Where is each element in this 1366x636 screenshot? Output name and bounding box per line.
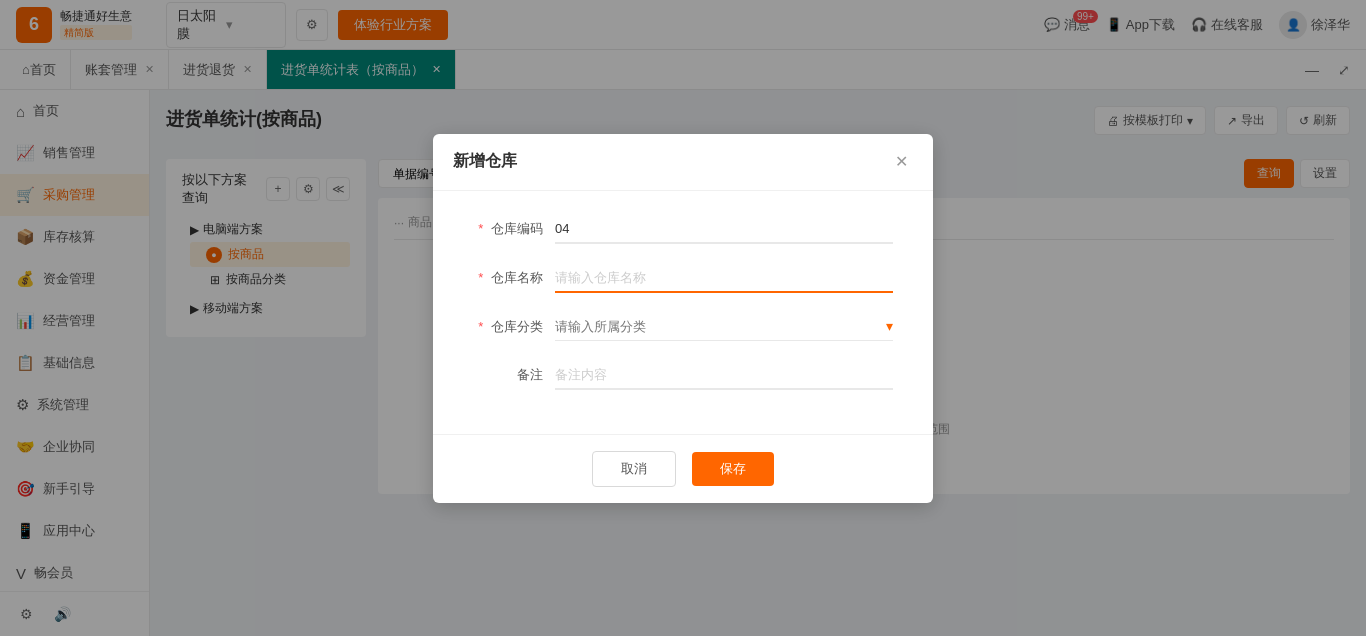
category-dropdown-arrow: ▾ [886,318,893,334]
warehouse-category-label: * 仓库分类 [473,318,543,336]
note-label: 备注 [473,366,543,384]
required-star-name: * [478,270,483,285]
warehouse-name-row: * 仓库名称 [473,264,893,293]
modal-title: 新增仓库 [453,151,517,172]
modal-close-button[interactable]: ✕ [889,150,913,174]
warehouse-category-input[interactable] [555,313,893,340]
modal-add-warehouse: 新增仓库 ✕ * 仓库编码 * 仓库名称 [433,134,933,503]
modal-overlay[interactable]: 新增仓库 ✕ * 仓库编码 * 仓库名称 [0,0,1366,636]
modal-cancel-button[interactable]: 取消 [592,451,676,487]
required-star-code: * [478,221,483,236]
warehouse-name-input[interactable] [555,264,893,293]
modal-footer: 取消 保存 [433,434,933,503]
warehouse-code-row: * 仓库编码 [473,215,893,244]
modal-save-button[interactable]: 保存 [692,452,774,486]
warehouse-category-wrapper: ▾ [555,313,893,341]
warehouse-category-row: * 仓库分类 ▾ [473,313,893,341]
warehouse-code-label: * 仓库编码 [473,220,543,238]
modal-header: 新增仓库 ✕ [433,134,933,191]
warehouse-code-input[interactable] [555,215,893,244]
required-star-category: * [478,319,483,334]
modal-body: * 仓库编码 * 仓库名称 * 仓库分类 [433,191,933,434]
note-row: 备注 [473,361,893,390]
warehouse-name-label: * 仓库名称 [473,269,543,287]
note-input[interactable] [555,361,893,390]
